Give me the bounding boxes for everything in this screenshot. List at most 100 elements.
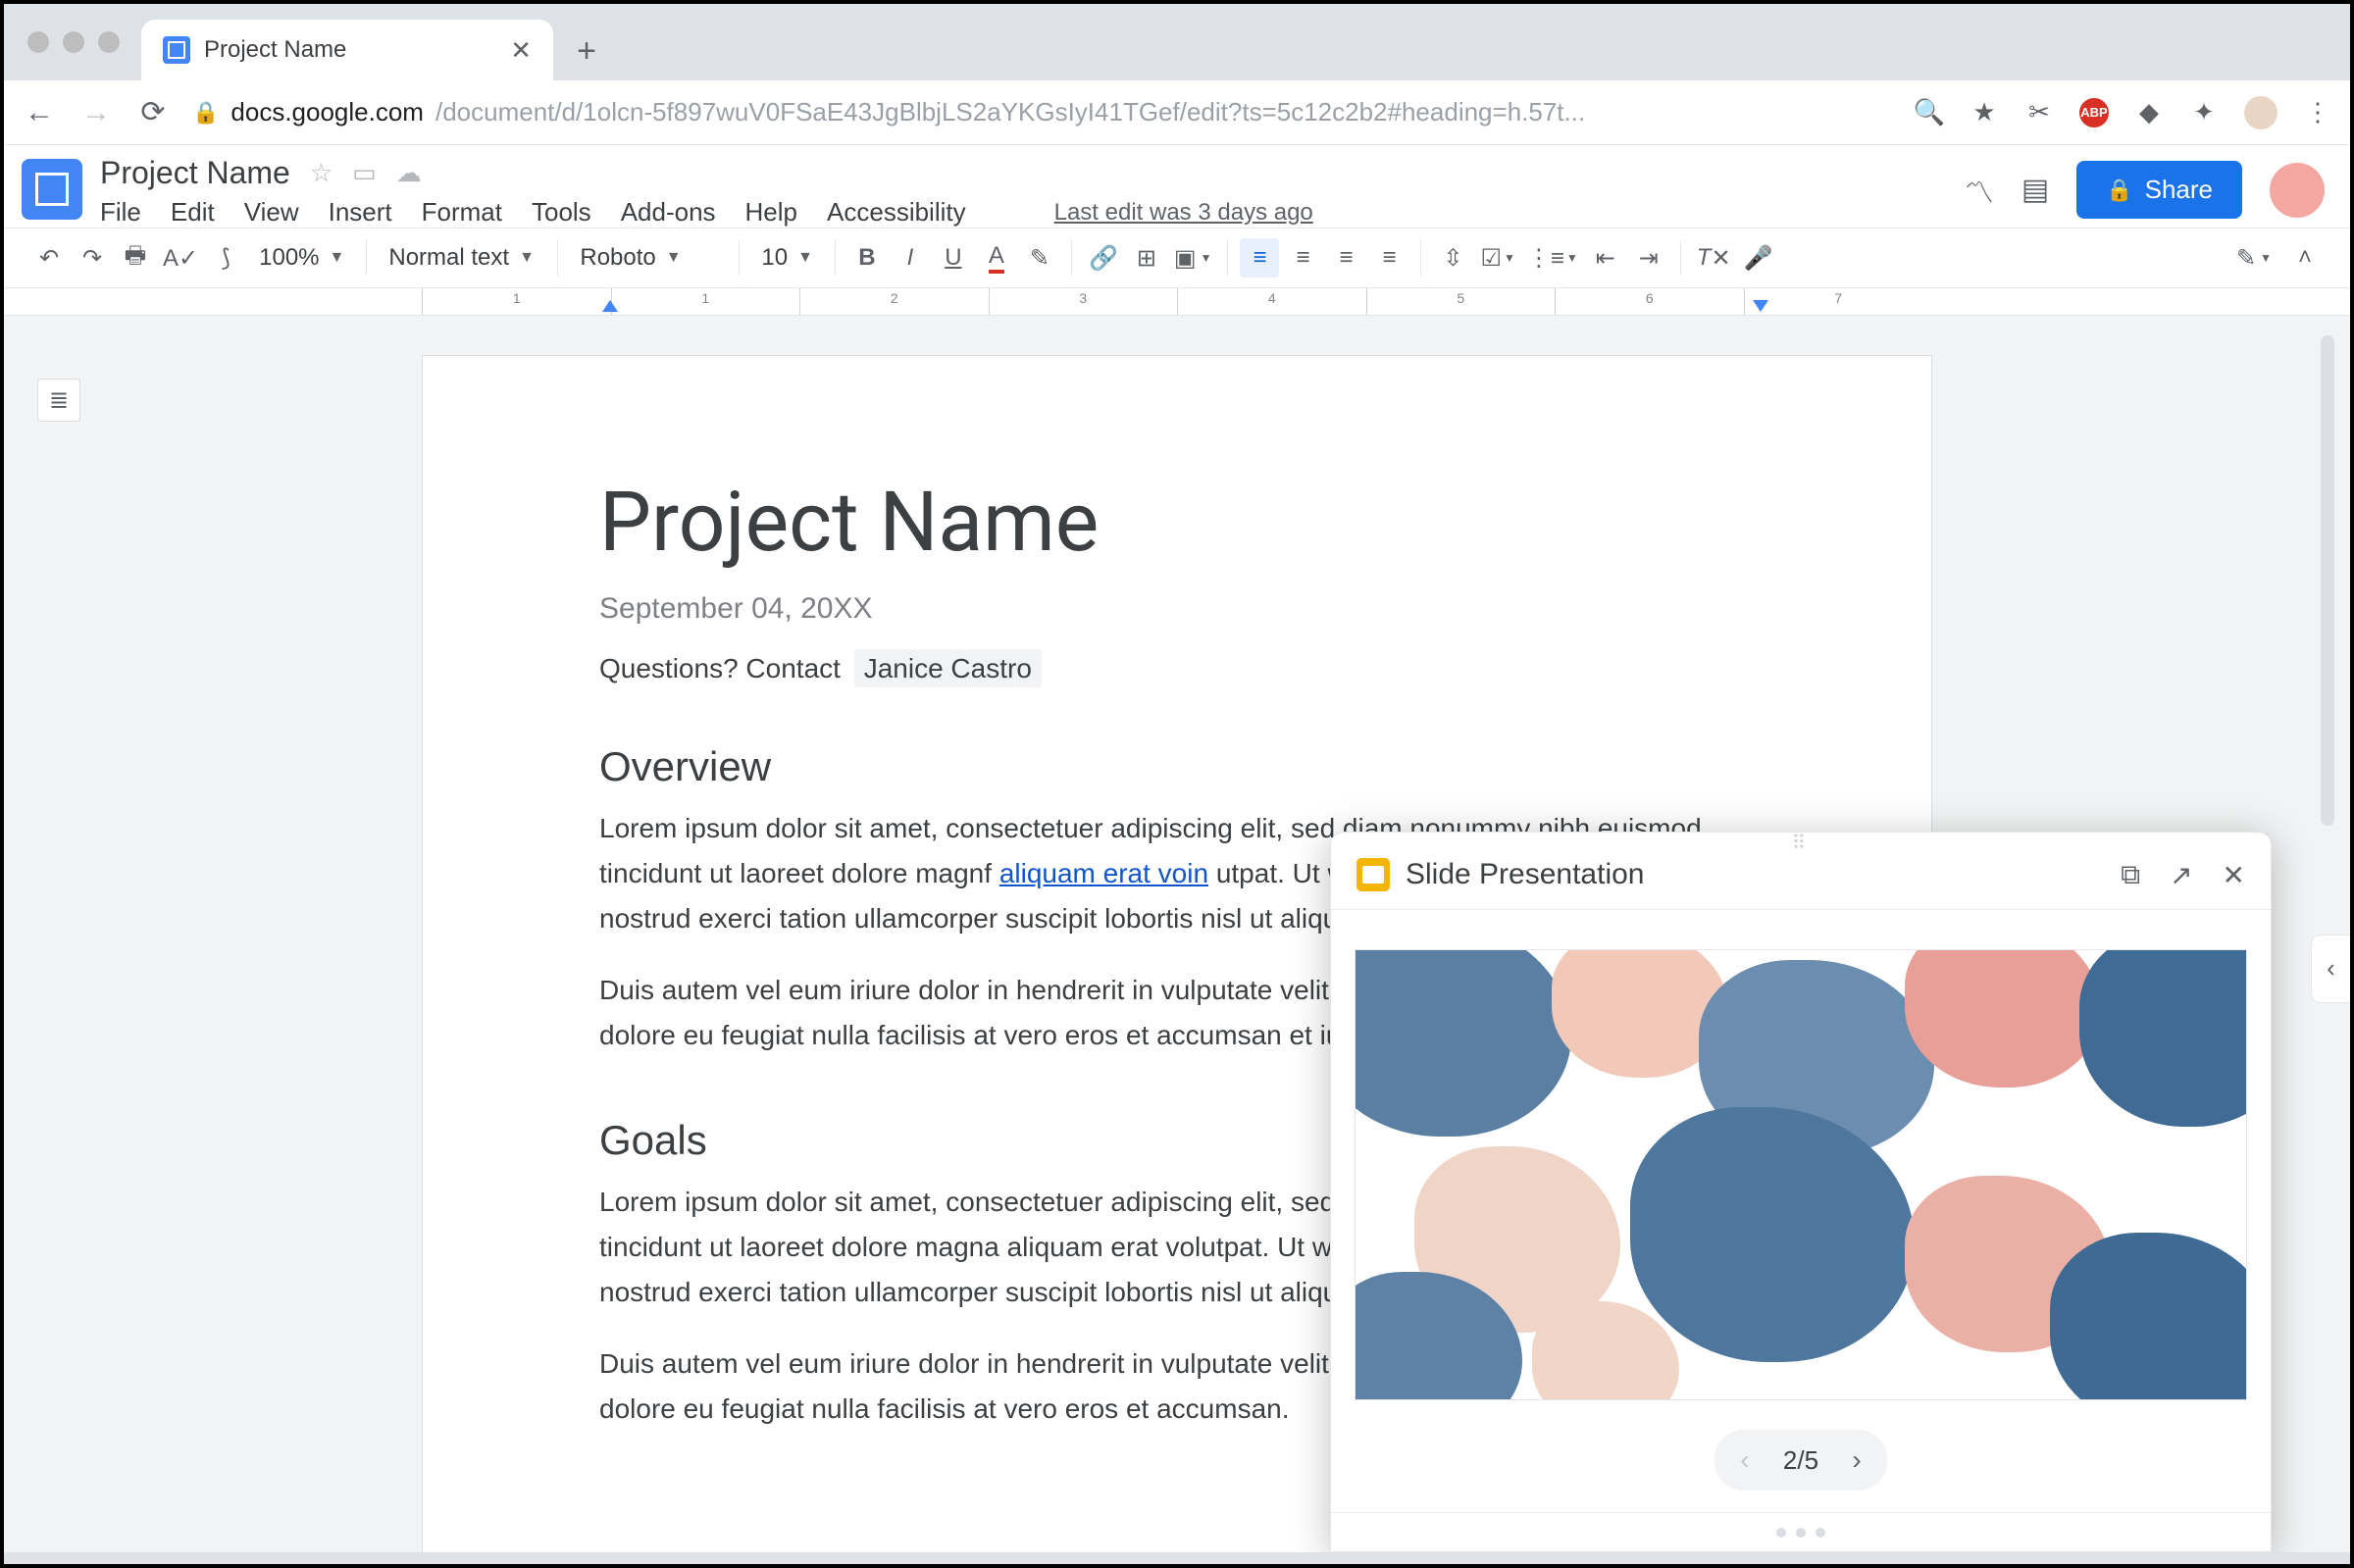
slide-counter: 2/5 xyxy=(1767,1445,1834,1476)
link-button[interactable]: 🔗 xyxy=(1084,238,1123,278)
slide-thumbnail[interactable] xyxy=(1355,949,2247,1400)
style-select[interactable]: Normal text▼ xyxy=(379,244,545,272)
lock-icon: 🔒 xyxy=(192,100,219,126)
popup-drag-handle[interactable]: ⠿ xyxy=(1331,833,2271,852)
side-panel-toggle[interactable]: ‹ xyxy=(2311,935,2350,1003)
profile-avatar[interactable] xyxy=(2244,96,2277,129)
address-bar[interactable]: 🔒 docs.google.com/document/d/1olcn-5f897… xyxy=(192,97,1893,127)
align-left-button[interactable]: ≡ xyxy=(1240,238,1279,278)
back-button[interactable]: ← xyxy=(22,95,57,130)
copy-icon[interactable]: ⧉ xyxy=(2121,859,2140,891)
cloud-status-icon[interactable]: ☁ xyxy=(396,158,422,188)
menu-view[interactable]: View xyxy=(244,197,299,228)
menu-help[interactable]: Help xyxy=(745,197,797,228)
star-outline-icon[interactable]: ☆ xyxy=(310,158,333,188)
scrollbar[interactable] xyxy=(2321,335,2334,826)
docs-header: Project Name ☆ ▭ ☁ File Edit View Insert… xyxy=(4,145,2350,228)
docs-logo-icon[interactable] xyxy=(22,159,82,220)
editing-mode-button[interactable]: ✎▼ xyxy=(2232,238,2276,278)
font-size-select[interactable]: 10▼ xyxy=(751,244,823,272)
font-select[interactable]: Roboto▼ xyxy=(570,244,727,272)
star-icon[interactable]: ★ xyxy=(1970,98,1999,127)
doc-contact: Questions? Contact Janice Castro xyxy=(599,653,1755,684)
bulleted-list-button[interactable]: ⋮≡▼ xyxy=(1523,238,1582,278)
text-color-button[interactable]: A xyxy=(977,238,1016,278)
right-indent-marker[interactable] xyxy=(1753,300,1768,312)
outline-toggle-button[interactable]: ≣ xyxy=(37,379,80,422)
menu-edit[interactable]: Edit xyxy=(171,197,215,228)
window-zoom[interactable] xyxy=(98,31,120,53)
menu-insert[interactable]: Insert xyxy=(329,197,392,228)
ruler[interactable]: 1 1 2 3 4 5 6 7 xyxy=(4,288,2350,316)
collapse-toolbar-button[interactable]: ˄ xyxy=(2285,238,2325,278)
move-folder-icon[interactable]: ▭ xyxy=(352,158,377,188)
drive-extension-icon[interactable]: ◆ xyxy=(2134,98,2164,127)
new-tab-button[interactable]: + xyxy=(563,27,610,75)
comment-button[interactable]: ⊞ xyxy=(1127,238,1166,278)
menu-format[interactable]: Format xyxy=(422,197,502,228)
contact-chip[interactable]: Janice Castro xyxy=(854,649,1042,687)
paint-format-button[interactable]: ⟆ xyxy=(206,238,245,278)
voice-typing-button[interactable]: 🎤 xyxy=(1739,238,1778,278)
align-center-button[interactable]: ≡ xyxy=(1283,238,1322,278)
share-label: Share xyxy=(2145,175,2213,205)
toolbar-right: 🔍 ★ ✂ ABP ◆ ✦ ⋮ xyxy=(1915,96,2332,129)
doc-heading-title: Project Name xyxy=(599,474,1755,571)
indent-button[interactable]: ⇥ xyxy=(1629,238,1668,278)
open-external-icon[interactable]: ↗ xyxy=(2170,859,2192,891)
italic-button[interactable]: I xyxy=(891,238,930,278)
window-minimize[interactable] xyxy=(63,31,84,53)
line-spacing-button[interactable]: ⇳ xyxy=(1433,238,1472,278)
align-justify-button[interactable]: ≡ xyxy=(1369,238,1408,278)
menu-bar: File Edit View Insert Format Tools Add-o… xyxy=(100,191,1965,228)
browser-tab[interactable]: Project Name ✕ xyxy=(141,20,553,80)
undo-button[interactable]: ↶ xyxy=(29,238,69,278)
print-button[interactable]: 🖶 xyxy=(116,238,155,278)
outdent-button[interactable]: ⇤ xyxy=(1586,238,1625,278)
left-indent-marker[interactable] xyxy=(602,300,618,312)
share-button[interactable]: 🔒 Share xyxy=(2076,161,2242,219)
spellcheck-button[interactable]: A✓ xyxy=(159,238,202,278)
scissors-icon[interactable]: ✂ xyxy=(2024,98,2054,127)
menu-addons[interactable]: Add-ons xyxy=(621,197,716,228)
menu-accessibility[interactable]: Accessibility xyxy=(827,197,966,228)
last-edit-link[interactable]: Last edit was 3 days ago xyxy=(1054,199,1313,227)
highlight-button[interactable]: ✎ xyxy=(1020,238,1059,278)
next-slide-button[interactable]: › xyxy=(1834,1438,1879,1483)
underline-button[interactable]: U xyxy=(934,238,973,278)
reload-button[interactable]: ⟳ xyxy=(135,95,171,130)
slide-navigation: ‹ 2/5 › xyxy=(1355,1430,2247,1491)
slides-preview-popup: ⠿ Slide Presentation ⧉ ↗ ✕ xyxy=(1330,832,2272,1552)
overview-link[interactable]: aliquam erat voin xyxy=(999,858,1208,888)
extensions-icon[interactable]: ✦ xyxy=(2189,98,2219,127)
overview-heading: Overview xyxy=(599,743,1755,790)
window-controls xyxy=(18,4,133,80)
align-right-button[interactable]: ≡ xyxy=(1326,238,1365,278)
comments-icon[interactable]: ▤ xyxy=(2021,173,2049,207)
doc-date: September 04, 20XX xyxy=(599,592,1755,626)
image-button[interactable]: ▣▼ xyxy=(1170,238,1216,278)
doc-title[interactable]: Project Name xyxy=(100,155,290,191)
menu-file[interactable]: File xyxy=(100,197,141,228)
format-toolbar: ↶ ↷ 🖶 A✓ ⟆ 100%▼ Normal text▼ Roboto▼ 10… xyxy=(4,228,2350,288)
window-close[interactable] xyxy=(27,31,49,53)
abp-extension-icon[interactable]: ABP xyxy=(2079,98,2109,127)
zoom-select[interactable]: 100%▼ xyxy=(249,244,354,272)
url-host: docs.google.com xyxy=(230,97,424,127)
popup-body: ‹ 2/5 › xyxy=(1331,910,2271,1512)
menu-tools[interactable]: Tools xyxy=(532,197,591,228)
account-avatar[interactable] xyxy=(2270,163,2325,218)
tab-close-icon[interactable]: ✕ xyxy=(510,35,532,66)
bold-button[interactable]: B xyxy=(847,238,887,278)
activity-icon[interactable]: 〽 xyxy=(1965,169,1994,212)
prev-slide-button[interactable]: ‹ xyxy=(1722,1438,1767,1483)
popup-footer xyxy=(1331,1512,2271,1551)
tab-title: Project Name xyxy=(204,36,346,64)
kebab-menu-icon[interactable]: ⋮ xyxy=(2303,98,2332,127)
zoom-icon[interactable]: 🔍 xyxy=(1915,98,1944,127)
close-icon[interactable]: ✕ xyxy=(2223,859,2245,891)
forward-button[interactable]: → xyxy=(78,95,114,130)
clear-format-button[interactable]: T✕ xyxy=(1693,238,1735,278)
checklist-button[interactable]: ☑▼ xyxy=(1476,238,1518,278)
redo-button[interactable]: ↷ xyxy=(73,238,112,278)
